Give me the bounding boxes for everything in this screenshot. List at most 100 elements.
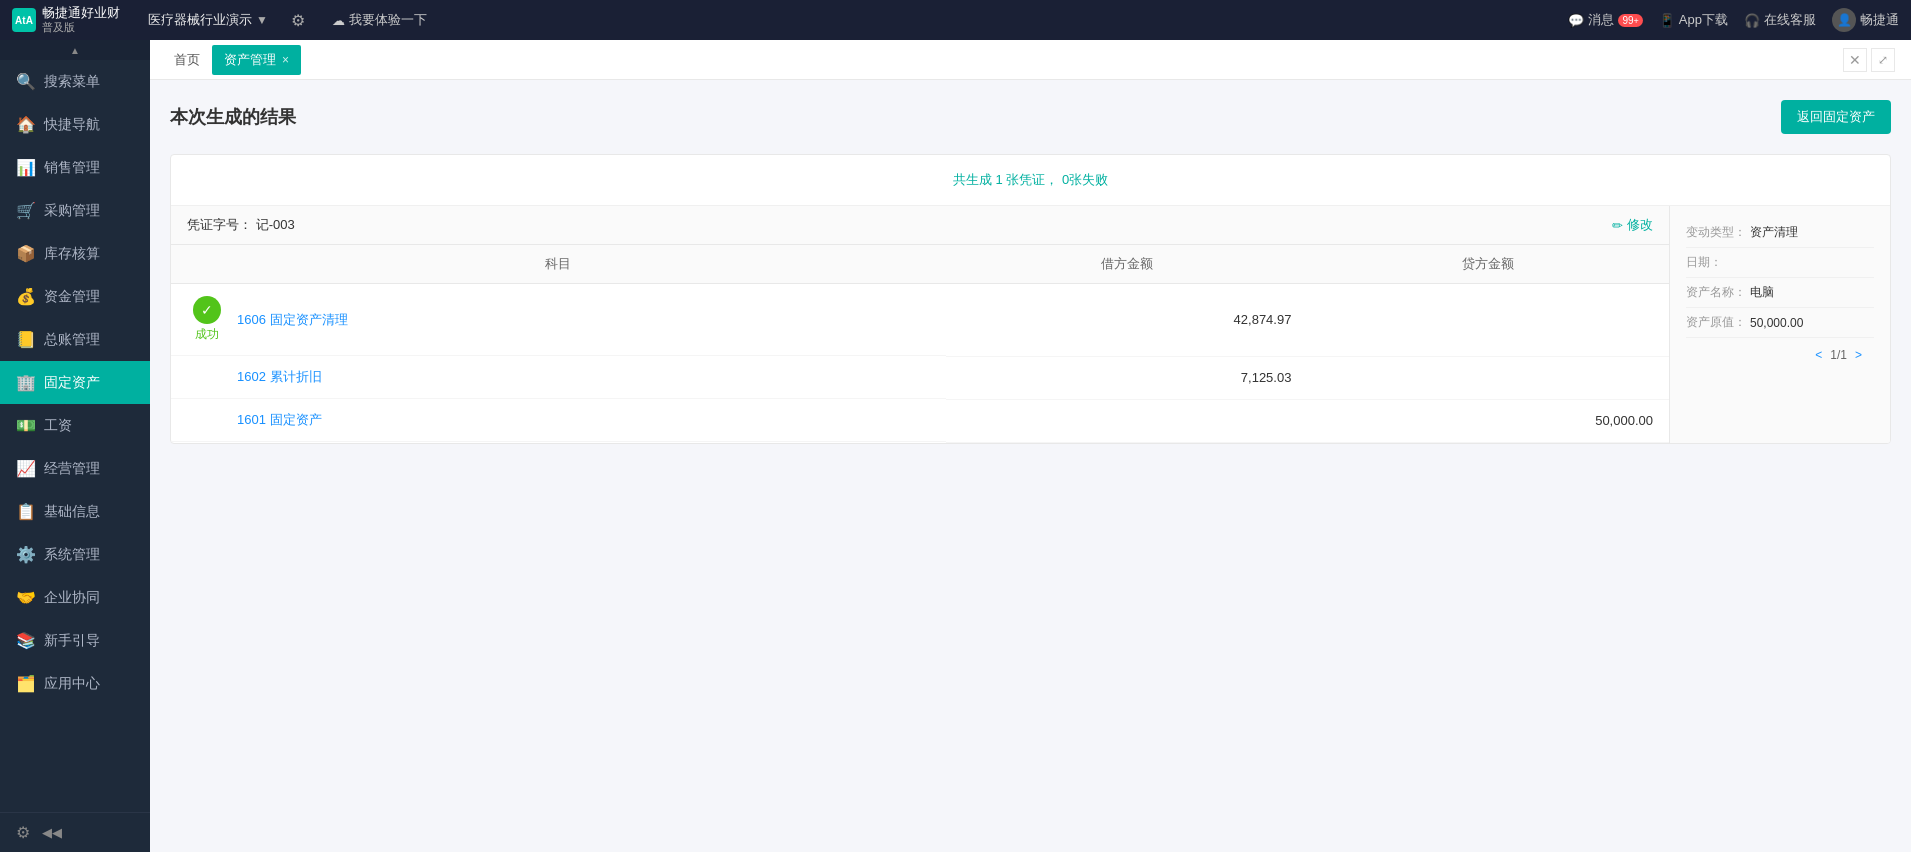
asset-value-label: 资产原值： bbox=[1686, 314, 1746, 331]
sidebar-item-label: 新手引导 bbox=[44, 632, 100, 650]
change-type-value: 资产清理 bbox=[1750, 224, 1798, 241]
sidebar-item-label: 采购管理 bbox=[44, 202, 100, 220]
sidebar-item-label: 基础信息 bbox=[44, 503, 100, 521]
credit-amount bbox=[1307, 356, 1669, 399]
messages-button[interactable]: 💬 消息 99+ bbox=[1568, 11, 1642, 29]
change-type-row: 变动类型： 资产清理 bbox=[1686, 218, 1874, 248]
online-service-button[interactable]: 🎧 在线客服 bbox=[1744, 11, 1816, 29]
sidebar-item-guide[interactable]: 📚 新手引导 bbox=[0, 619, 150, 662]
phone-icon: 📱 bbox=[1659, 13, 1675, 28]
subject-link[interactable]: 1602 累计折旧 bbox=[237, 368, 322, 386]
pagination: < 1/1 > bbox=[1686, 338, 1874, 372]
sidebar-item-payroll[interactable]: 💵 工资 bbox=[0, 404, 150, 447]
voucher-main: 凭证字号： 记-003 ✏ 修改 bbox=[171, 206, 1670, 443]
result-panel: 共生成 1 张凭证， 0张失败 凭证字号： 记-003 bbox=[170, 154, 1891, 444]
person-icon: 👤 bbox=[1837, 13, 1852, 27]
sidebar-item-label: 系统管理 bbox=[44, 546, 100, 564]
result-summary: 共生成 1 张凭证， 0张失败 bbox=[171, 155, 1890, 206]
logo-text: 畅捷通好业财 bbox=[42, 5, 120, 21]
user-info[interactable]: 👤 畅捷通 bbox=[1832, 8, 1899, 32]
page-header: 本次生成的结果 返回固定资产 bbox=[170, 100, 1891, 134]
sidebar-item-label: 总账管理 bbox=[44, 331, 100, 349]
col-debit: 借方金额 bbox=[946, 245, 1308, 284]
asset-value-value: 50,000.00 bbox=[1750, 316, 1803, 330]
credit-amount: 50,000.00 bbox=[1307, 399, 1669, 442]
header-left: AtA 畅捷通好业财 普及版 医疗器械行业演示 ▼ ⚙ ☁ 我要体验一下 bbox=[12, 5, 427, 36]
sidebar-item-label: 销售管理 bbox=[44, 159, 100, 177]
edit-label: 修改 bbox=[1627, 216, 1653, 234]
home-icon: 🏠 bbox=[16, 115, 34, 134]
sidebar-item-basic-info[interactable]: 📋 基础信息 bbox=[0, 490, 150, 533]
sidebar-item-label: 快捷导航 bbox=[44, 116, 100, 134]
sidebar-item-sales[interactable]: 📊 销售管理 bbox=[0, 146, 150, 189]
chart-icon: 📊 bbox=[16, 158, 34, 177]
sidebar-item-label: 工资 bbox=[44, 417, 72, 435]
active-tab-label: 资产管理 bbox=[224, 51, 276, 69]
headset-icon: 🎧 bbox=[1744, 13, 1760, 28]
table-row: 1601 固定资产 50,000.00 bbox=[171, 399, 1669, 442]
messages-label: 消息 bbox=[1588, 11, 1614, 29]
app-download-button[interactable]: 📱 App下载 bbox=[1659, 11, 1728, 29]
logo-area: AtA 畅捷通好业财 普及版 bbox=[12, 5, 120, 36]
change-type-label: 变动类型： bbox=[1686, 224, 1746, 241]
sidebar-item-finance[interactable]: 💰 资金管理 bbox=[0, 275, 150, 318]
subject-link[interactable]: 1606 固定资产清理 bbox=[237, 311, 348, 329]
tab-close-icon[interactable]: × bbox=[282, 53, 289, 67]
voucher-side-panel: 变动类型： 资产清理 日期： 资产名称： 电脑 资产原值： bbox=[1670, 206, 1890, 443]
page-title: 本次生成的结果 bbox=[170, 105, 296, 129]
prev-page[interactable]: < bbox=[1815, 348, 1822, 362]
asset-value-row: 资产原值： 50,000.00 bbox=[1686, 308, 1874, 338]
guide-icon: 📚 bbox=[16, 631, 34, 650]
feedback-label: 我要体验一下 bbox=[349, 11, 427, 29]
col-subject: 科目 bbox=[171, 245, 946, 284]
sidebar-item-enterprise[interactable]: 🤝 企业协同 bbox=[0, 576, 150, 619]
settings-gear-icon[interactable]: ⚙ bbox=[284, 6, 312, 34]
sidebar-item-quick-nav[interactable]: 🏠 快捷导航 bbox=[0, 103, 150, 146]
sidebar-item-label: 资金管理 bbox=[44, 288, 100, 306]
online-service-label: 在线客服 bbox=[1764, 11, 1816, 29]
panel-expand-btn[interactable]: ⤢ bbox=[1871, 48, 1895, 72]
sidebar-item-ledger[interactable]: 📒 总账管理 bbox=[0, 318, 150, 361]
message-icon: 💬 bbox=[1568, 13, 1584, 28]
edit-icon: ✏ bbox=[1612, 218, 1623, 233]
footer-collapse-icon[interactable]: ◀◀ bbox=[42, 825, 62, 840]
page-content: 本次生成的结果 返回固定资产 共生成 1 张凭证， 0张失败 bbox=[150, 80, 1911, 852]
voucher-table: 科目 借方金额 贷方金额 ✓成功1606 固定资产清理42,874.971602… bbox=[171, 245, 1669, 443]
date-label: 日期： bbox=[1686, 254, 1746, 271]
sidebar-item-app-center[interactable]: 🗂️ 应用中心 bbox=[0, 662, 150, 705]
sidebar-item-label: 库存核算 bbox=[44, 245, 100, 263]
ledger-icon: 📒 bbox=[16, 330, 34, 349]
sidebar-item-search[interactable]: 🔍 搜索菜单 bbox=[0, 60, 150, 103]
table-row: 1602 累计折旧7,125.03 bbox=[171, 356, 1669, 399]
feedback-button[interactable]: ☁ 我要体验一下 bbox=[332, 11, 427, 29]
header-right: 💬 消息 99+ 📱 App下载 🎧 在线客服 👤 畅捷通 bbox=[1568, 8, 1899, 32]
logo-sub: 普及版 bbox=[42, 20, 120, 35]
tab-bar: 首页 资产管理 × ✕ ⤢ bbox=[150, 40, 1911, 80]
subject-link[interactable]: 1601 固定资产 bbox=[237, 411, 322, 429]
top-header: AtA 畅捷通好业财 普及版 医疗器械行业演示 ▼ ⚙ ☁ 我要体验一下 💬 消… bbox=[0, 0, 1911, 40]
box-icon: 📦 bbox=[16, 244, 34, 263]
next-page[interactable]: > bbox=[1855, 348, 1862, 362]
dropdown-icon: ▼ bbox=[256, 13, 268, 27]
sidebar-item-system[interactable]: ⚙️ 系统管理 bbox=[0, 533, 150, 576]
tab-asset-management[interactable]: 资产管理 × bbox=[212, 45, 301, 75]
info-icon: 📋 bbox=[16, 502, 34, 521]
sidebar-item-inventory[interactable]: 📦 库存核算 bbox=[0, 232, 150, 275]
app-center-icon: 🗂️ bbox=[16, 674, 34, 693]
panel-close-btn[interactable]: ✕ bbox=[1843, 48, 1867, 72]
company-selector[interactable]: 医疗器械行业演示 ▼ bbox=[148, 11, 268, 29]
building-icon: 🏢 bbox=[16, 373, 34, 392]
footer-settings-icon[interactable]: ⚙ bbox=[16, 823, 30, 842]
sidebar-item-operations[interactable]: 📈 经营管理 bbox=[0, 447, 150, 490]
sidebar-item-label: 固定资产 bbox=[44, 374, 100, 392]
content-area: 首页 资产管理 × ✕ ⤢ 本次生成的结果 返回固定资产 共生 bbox=[150, 40, 1911, 852]
sidebar-item-purchase[interactable]: 🛒 采购管理 bbox=[0, 189, 150, 232]
return-button[interactable]: 返回固定资产 bbox=[1781, 100, 1891, 134]
tab-home[interactable]: 首页 bbox=[166, 45, 208, 75]
edit-button[interactable]: ✏ 修改 bbox=[1612, 216, 1653, 234]
sidebar-scroll-up[interactable]: ▲ bbox=[0, 40, 150, 60]
credit-amount bbox=[1307, 284, 1669, 357]
enterprise-icon: 🤝 bbox=[16, 588, 34, 607]
search-icon: 🔍 bbox=[16, 72, 34, 91]
sidebar-item-fixed-assets[interactable]: 🏢 固定资产 bbox=[0, 361, 150, 404]
